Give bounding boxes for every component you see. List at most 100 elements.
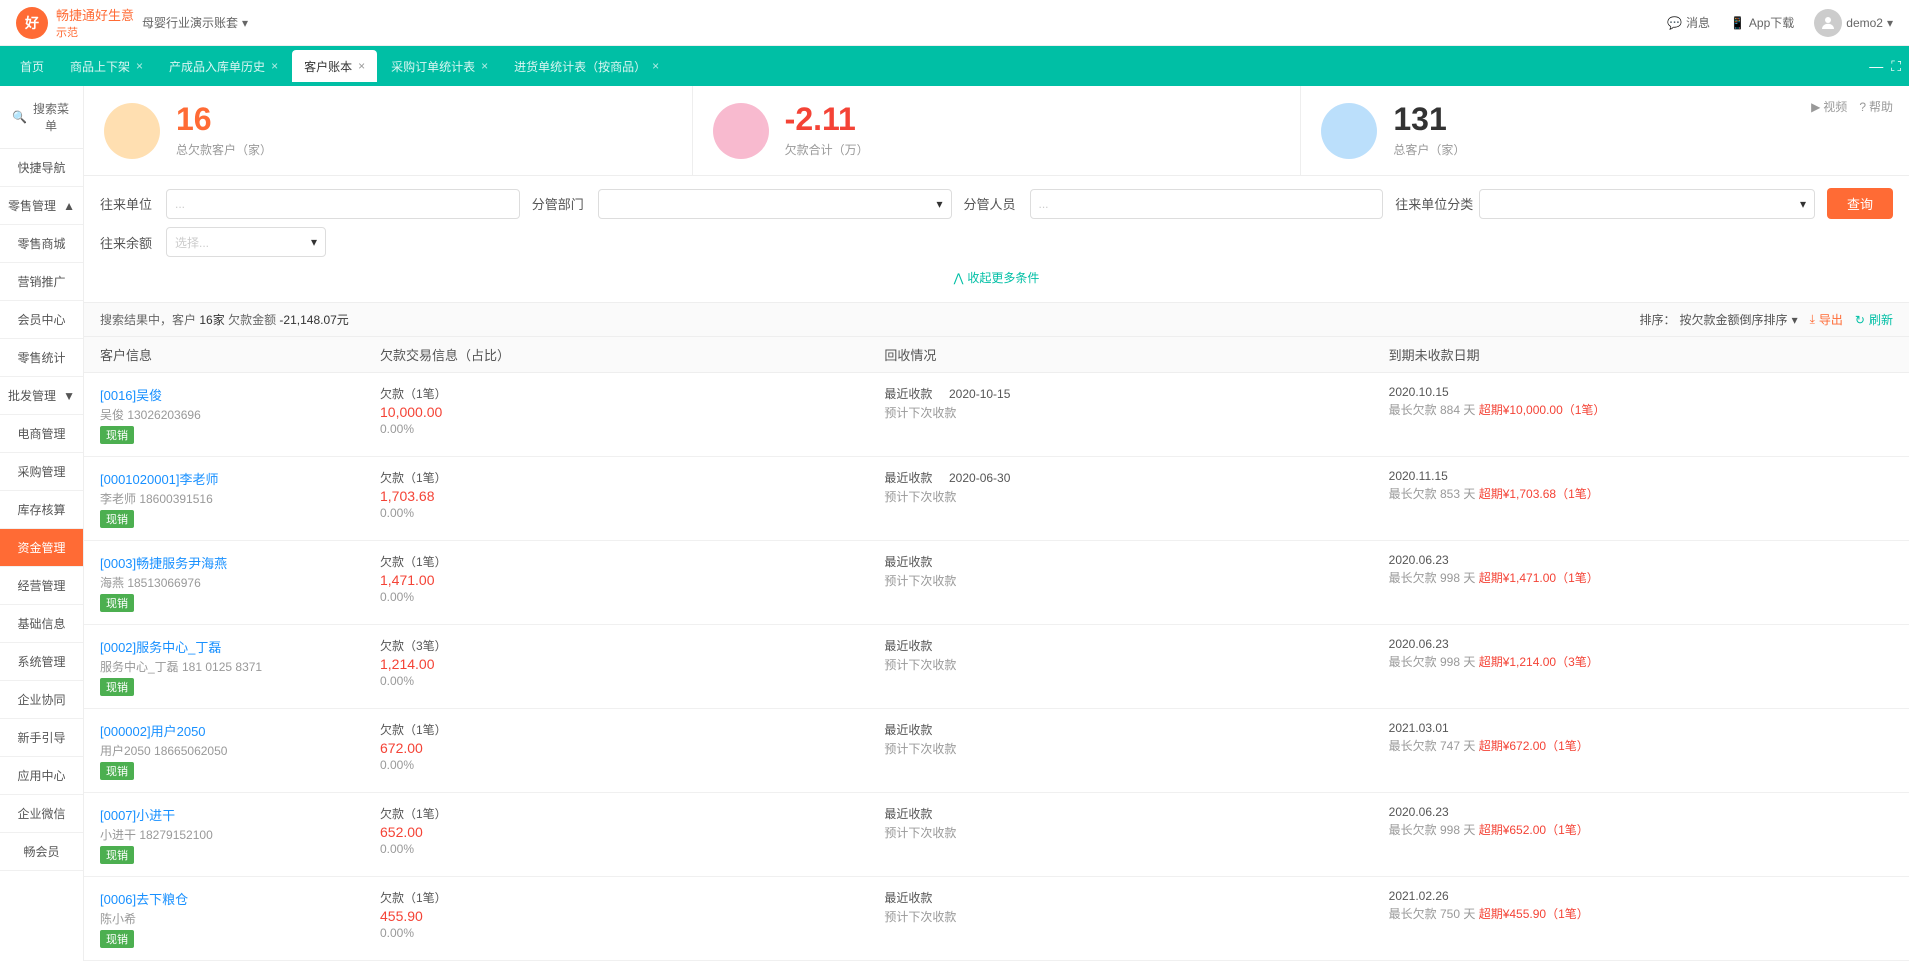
sidebar-item-enterprise-collab[interactable]: 企业协同	[0, 681, 83, 719]
table-row: [0007]小进干 小进干 18279152100 现销 欠款（1笔） 652.…	[84, 793, 1909, 877]
sidebar-item-inventory[interactable]: 库存核算	[0, 491, 83, 529]
overdue-link-0007[interactable]: 超期¥652.00（1笔）	[1479, 823, 1589, 837]
tab-inbound-summary[interactable]: 进货单统计表（按商品） ×	[502, 50, 671, 82]
search-button[interactable]: 查询	[1827, 188, 1893, 219]
next-pay-0002: 预计下次收款	[884, 656, 1388, 673]
customer-phone-0016: 吴俊 13026203696	[100, 406, 380, 423]
customer-phone-0007: 小进干 18279152100	[100, 826, 380, 843]
filter-manager: 分管人员 ...	[964, 189, 1384, 219]
sidebar-item-vip-member[interactable]: 畅会员	[0, 833, 83, 871]
refresh-button[interactable]: ↻ 刷新	[1855, 311, 1893, 328]
customer-name-0002[interactable]: [0002]服务中心_丁磊	[100, 640, 221, 655]
sidebar-item-retail-mall[interactable]: 零售商城	[0, 225, 83, 263]
customer-name-0001020001[interactable]: [0001020001]李老师	[100, 472, 219, 487]
tab-product-status[interactable]: 商品上下架 ×	[58, 50, 155, 82]
debt-info-000002: 欠款（1笔） 672.00 0.00%	[380, 721, 884, 772]
finance-label: 资金管理	[17, 541, 65, 555]
header-right: 💬 消息 📱 App下载 demo2 ▾	[1667, 9, 1893, 37]
tab-home[interactable]: 首页	[8, 50, 56, 82]
enterprise-collab-label: 企业协同	[17, 693, 65, 707]
sidebar-item-basic-info[interactable]: 基础信息	[0, 605, 83, 643]
customer-name-0016[interactable]: [0016]吴俊	[100, 388, 162, 403]
sidebar-item-operations[interactable]: 经营管理	[0, 567, 83, 605]
debt-amount-label: 欠款合计（万）	[785, 141, 1281, 158]
sidebar-item-finance[interactable]: 资金管理	[0, 529, 83, 567]
debt-amount-0003: 1,471.00	[380, 572, 884, 588]
messages-btn[interactable]: 💬 消息	[1667, 14, 1710, 31]
last-pay-0003: 最近收款	[884, 553, 1388, 570]
sidebar-item-new-guide[interactable]: 新手引导	[0, 719, 83, 757]
next-pay-0006: 预计下次收款	[884, 908, 1388, 925]
search-icon: 🔍	[12, 110, 27, 124]
balance-dropdown[interactable]: 选择... ▾	[166, 227, 326, 257]
customer-name-0003[interactable]: [0003]畅捷服务尹海燕	[100, 556, 227, 571]
due-info-0001020001: 2020.11.15 最长欠款 853 天 超期¥1,703.68（1笔）	[1389, 469, 1893, 502]
debt-info-0003: 欠款（1笔） 1,471.00 0.00%	[380, 553, 884, 604]
tab-product-status-close[interactable]: ×	[136, 59, 143, 73]
store-selector[interactable]: 母婴行业演示账套 ▾	[142, 14, 248, 31]
app-download-btn[interactable]: 📱 App下载	[1730, 14, 1794, 31]
overdue-link-0001020001[interactable]: 超期¥1,703.68（1笔）	[1479, 487, 1599, 501]
due-days-000002: 最长欠款 747 天 超期¥672.00（1笔）	[1389, 737, 1893, 754]
basic-info-label: 基础信息	[17, 617, 65, 631]
debt-amount-000002: 672.00	[380, 740, 884, 756]
overdue-link-0006[interactable]: 超期¥455.90（1笔）	[1479, 907, 1589, 921]
export-button[interactable]: ⤓ 导出	[1810, 311, 1843, 328]
sort-label: 排序：	[1640, 311, 1676, 328]
sidebar-item-quick-nav[interactable]: 快捷导航	[0, 149, 83, 187]
customer-info-0001020001: [0001020001]李老师 李老师 18600391516 现销	[100, 469, 380, 528]
sidebar-item-retail-mgmt[interactable]: 零售管理 ▲	[0, 187, 83, 225]
th-customer-info: 客户信息	[100, 345, 380, 364]
th-debt-info: 欠款交易信息（占比）	[380, 345, 884, 364]
search-menu-btn[interactable]: 🔍 搜索菜单	[8, 94, 75, 140]
tab-customer-account-close[interactable]: ×	[358, 59, 365, 73]
sidebar-item-ecommerce[interactable]: 电商管理	[0, 415, 83, 453]
tab-bar: 首页 商品上下架 × 产成品入库单历史 × 客户账本 × 采购订单统计表 × 进…	[0, 46, 1909, 86]
overdue-link-0003[interactable]: 超期¥1,471.00（1笔）	[1479, 571, 1599, 585]
export-icon: ⤓	[1810, 312, 1815, 327]
user-menu[interactable]: demo2 ▾	[1814, 9, 1893, 37]
overdue-link-000002[interactable]: 超期¥672.00（1笔）	[1479, 739, 1589, 753]
sidebar-item-retail-stats[interactable]: 零售统计	[0, 339, 83, 377]
customer-info-0002: [0002]服务中心_丁磊 服务中心_丁磊 181 0125 8371 现销	[100, 637, 380, 696]
sidebar-item-batch-mgmt[interactable]: 批发管理 ▼	[0, 377, 83, 415]
customer-info-0003: [0003]畅捷服务尹海燕 海燕 18513066976 现销	[100, 553, 380, 612]
next-pay-0016: 预计下次收款	[884, 404, 1388, 421]
dept-dropdown[interactable]: ▾	[598, 189, 952, 219]
minimize-icon[interactable]: —	[1869, 58, 1883, 75]
manager-input[interactable]: ...	[1030, 189, 1384, 219]
sidebar-item-enterprise-wechat[interactable]: 企业微信	[0, 795, 83, 833]
customer-name-0006[interactable]: [0006]去下粮仓	[100, 892, 188, 907]
debt-customers-value: 16	[176, 103, 672, 135]
due-days-0007: 最长欠款 998 天 超期¥652.00（1笔）	[1389, 821, 1893, 838]
view-btn[interactable]: ▶ 视频	[1811, 98, 1847, 115]
manager-label: 分管人员	[964, 194, 1024, 213]
sidebar-item-member-center[interactable]: 会员中心	[0, 301, 83, 339]
sort-button[interactable]: 排序： 按欠款金额倒序排序 ▾	[1640, 311, 1798, 328]
collapse-filter-btn[interactable]: ⋀ 收起更多条件	[100, 265, 1893, 290]
tab-product-history[interactable]: 产成品入库单历史 ×	[157, 50, 290, 82]
customer-name-000002[interactable]: [000002]用户2050	[100, 724, 206, 739]
tab-purchase-summary-close[interactable]: ×	[481, 59, 488, 73]
recovery-info-0002: 最近收款 预计下次收款	[884, 637, 1388, 673]
overdue-link-0002[interactable]: 超期¥1,214.00（3笔）	[1479, 655, 1599, 669]
sidebar-item-marketing[interactable]: 营销推广	[0, 263, 83, 301]
maximize-icon[interactable]: ⛶	[1891, 58, 1901, 75]
unit-category-dropdown[interactable]: ▾	[1479, 189, 1815, 219]
sidebar-item-app-center[interactable]: 应用中心	[0, 757, 83, 795]
due-date-0002: 2020.06.23	[1389, 637, 1893, 651]
debt-percent-0007: 0.00%	[380, 842, 884, 856]
tab-inbound-summary-close[interactable]: ×	[652, 59, 659, 73]
customer-name-0007[interactable]: [0007]小进干	[100, 808, 175, 823]
from-unit-input[interactable]: ...	[166, 189, 520, 219]
tab-purchase-summary[interactable]: 采购订单统计表 ×	[379, 50, 500, 82]
tab-customer-account[interactable]: 客户账本 ×	[292, 50, 377, 82]
sidebar-item-system[interactable]: 系统管理	[0, 643, 83, 681]
tab-product-history-close[interactable]: ×	[271, 59, 278, 73]
next-pay-000002: 预计下次收款	[884, 740, 1388, 757]
customer-info-0007: [0007]小进干 小进干 18279152100 现销	[100, 805, 380, 864]
table-row: [000002]用户2050 用户2050 18665062050 现销 欠款（…	[84, 709, 1909, 793]
help-btn[interactable]: ? 帮助	[1859, 98, 1893, 115]
overdue-link-0016[interactable]: 超期¥10,000.00（1笔）	[1479, 403, 1606, 417]
sidebar-item-purchase-mgmt[interactable]: 采购管理	[0, 453, 83, 491]
